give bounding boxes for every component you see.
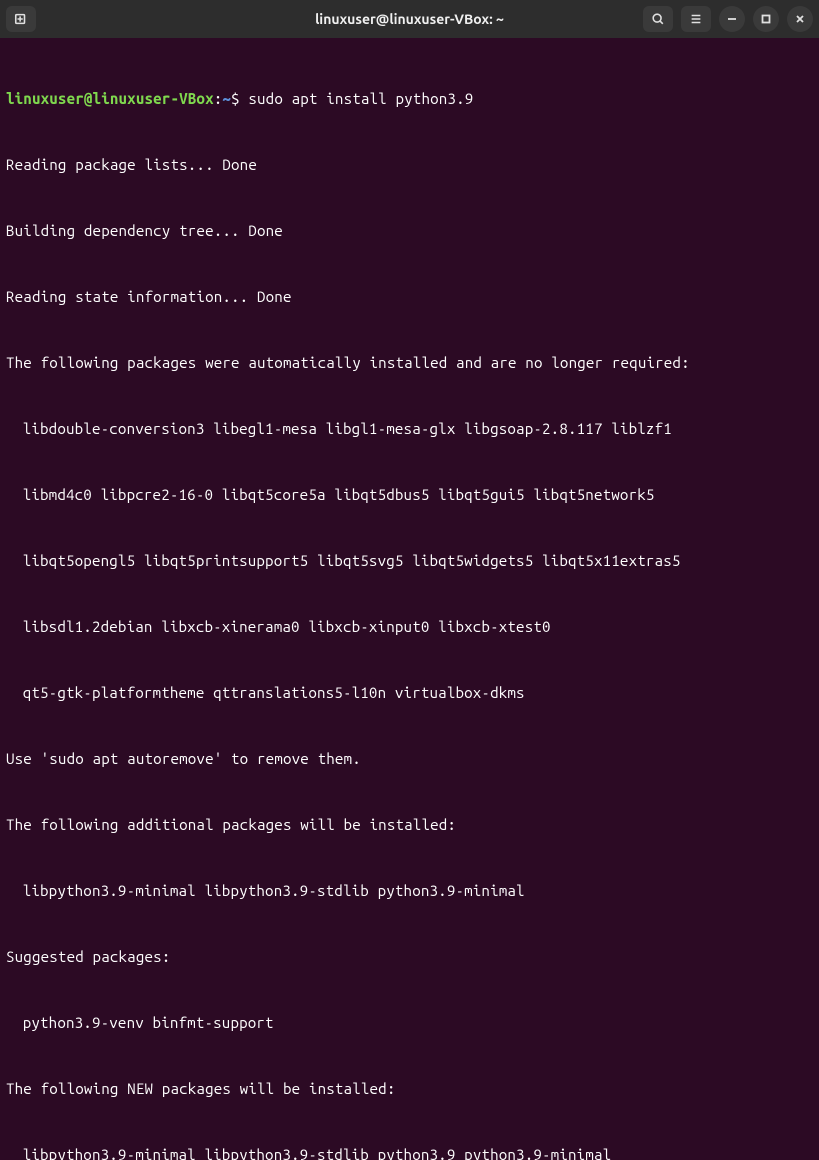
maximize-button[interactable] [753,6,779,32]
output-line: Reading package lists... Done [6,154,813,176]
output-line: libdouble-conversion3 libegl1-mesa libgl… [23,418,813,440]
output-line: libsdl1.2debian libxcb-xinerama0 libxcb-… [23,616,813,638]
prompt-user-host: linuxuser@linuxuser-VBox [6,90,214,107]
search-button[interactable] [643,6,673,32]
output-line: python3.9-venv binfmt-support [23,1012,813,1034]
minimize-button[interactable] [719,6,745,32]
output-line: The following additional packages will b… [6,814,813,836]
output-line: libpython3.9-minimal libpython3.9-stdlib… [23,1144,813,1160]
prompt-path: ~ [222,90,231,107]
command-text: sudo apt install python3.9 [248,90,473,107]
output-line: libqt5opengl5 libqt5printsupport5 libqt5… [23,550,813,572]
output-line: Reading state information... Done [6,286,813,308]
window-title: linuxuser@linuxuser-VBox: ~ [315,11,504,27]
output-line: libpython3.9-minimal libpython3.9-stdlib… [23,880,813,902]
output-line: Building dependency tree... Done [6,220,813,242]
output-line: Use 'sudo apt autoremove' to remove them… [6,748,813,770]
output-line: libmd4c0 libpcre2-16-0 libqt5core5a libq… [23,484,813,506]
terminal-output[interactable]: linuxuser@linuxuser-VBox:~$ sudo apt ins… [0,38,819,1160]
output-line: The following packages were automaticall… [6,352,813,374]
close-button[interactable] [787,6,813,32]
prompt-line: linuxuser@linuxuser-VBox:~$ sudo apt ins… [6,88,813,110]
menu-button[interactable] [681,6,711,32]
output-line: Suggested packages: [6,946,813,968]
new-tab-button[interactable] [6,6,36,32]
output-line: qt5-gtk-platformtheme qttranslations5-l1… [23,682,813,704]
output-line: The following NEW packages will be insta… [6,1078,813,1100]
titlebar: linuxuser@linuxuser-VBox: ~ [0,0,819,38]
